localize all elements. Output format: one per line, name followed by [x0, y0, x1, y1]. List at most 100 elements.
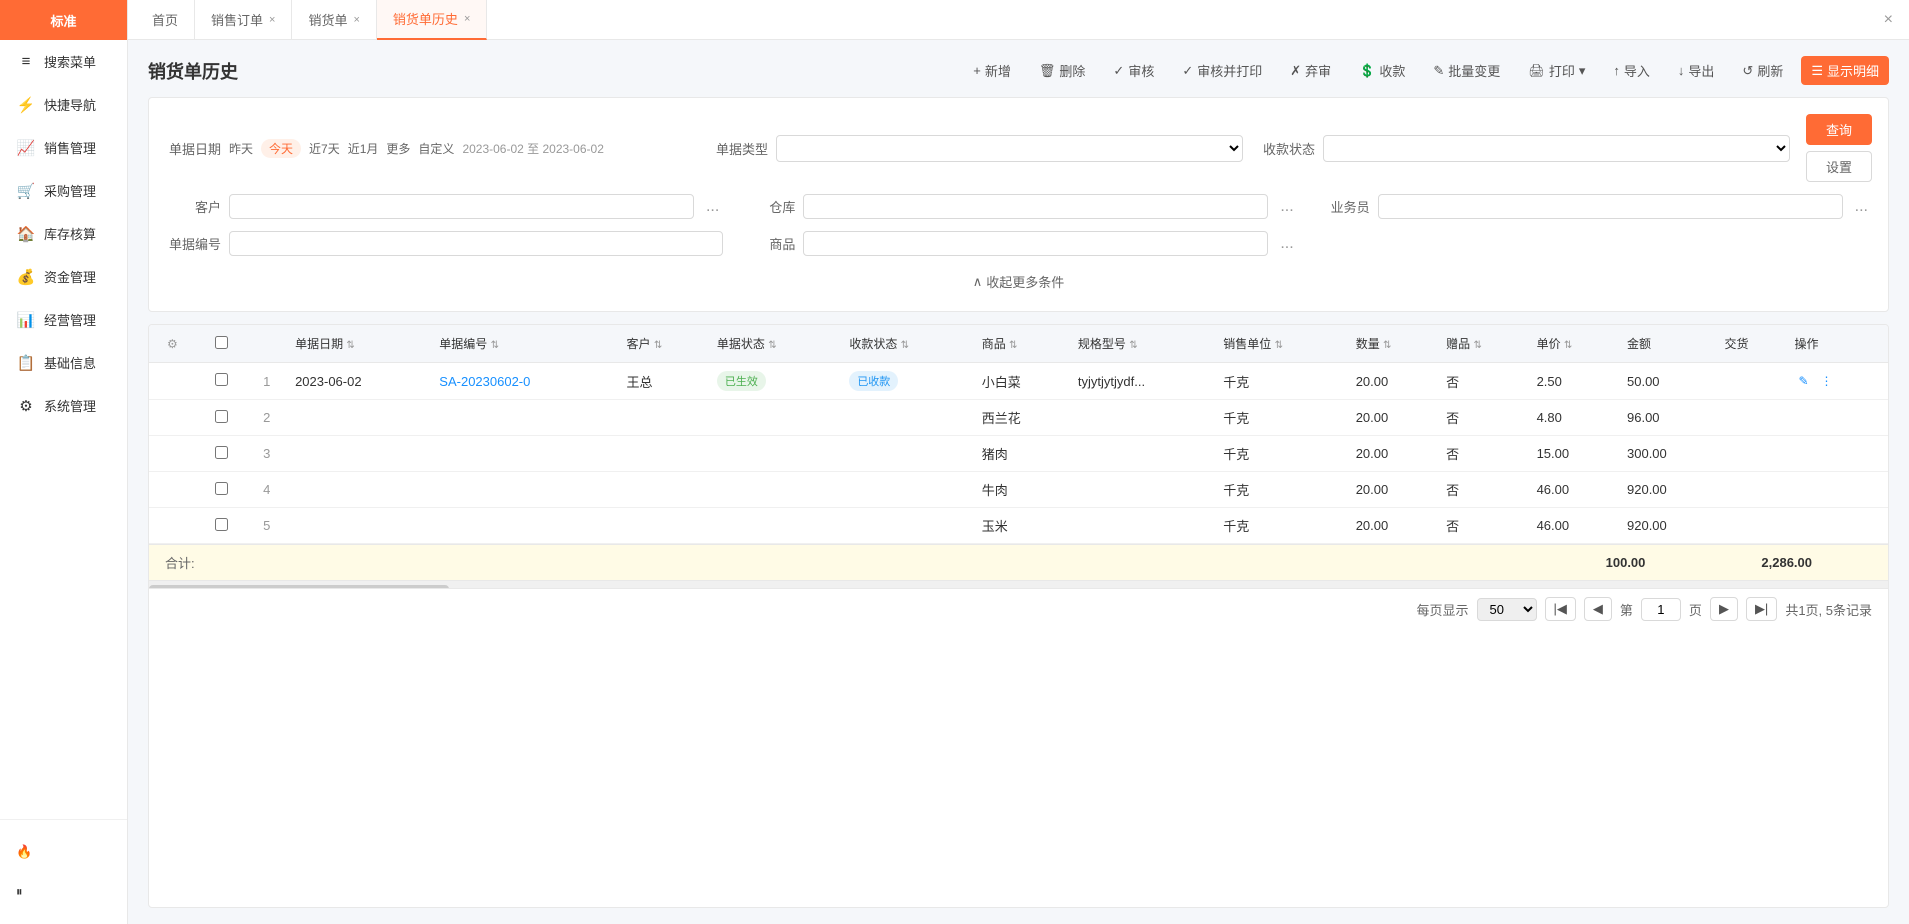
sidebar-bottom-btn2[interactable]: ⏸ — [0, 872, 127, 912]
shortcut-1month[interactable]: 近1月 — [348, 140, 379, 157]
sort-icon-doc-no[interactable]: ⇅ — [491, 340, 499, 351]
last-page-btn[interactable]: ▶| — [1746, 597, 1777, 621]
sidebar-item-system-mgmt[interactable]: ⚙ 系统管理 — [0, 384, 127, 427]
sidebar-item-finance[interactable]: 💰 资金管理 — [0, 255, 127, 298]
salesperson-dots[interactable]: ... — [1851, 198, 1872, 216]
sort-icon-unit-price[interactable]: ⇅ — [1564, 340, 1572, 351]
customer-input[interactable] — [229, 194, 694, 219]
query-button[interactable]: 查询 — [1806, 114, 1872, 145]
print-button[interactable]: 🖨 打印 ▾ — [1518, 56, 1595, 85]
page-input[interactable] — [1641, 598, 1681, 621]
cell-actions — [1786, 472, 1888, 508]
sidebar-bottom-btn1[interactable]: 🔥 — [0, 832, 127, 872]
delete-button[interactable]: 🗑 删除 — [1029, 56, 1096, 85]
sidebar-item-operations[interactable]: 📊 经营管理 — [0, 298, 127, 341]
row-checkbox[interactable] — [215, 518, 228, 531]
shortcut-7days[interactable]: 近7天 — [309, 140, 340, 157]
show-detail-button[interactable]: ☰ 显示明细 — [1801, 56, 1889, 85]
next-page-btn[interactable]: ▶ — [1710, 597, 1738, 621]
scrollbar-thumb[interactable] — [149, 585, 449, 588]
import-button[interactable]: ↑ 导入 — [1603, 56, 1660, 85]
filter-warehouse: 仓库 ... — [739, 194, 1297, 219]
shortcut-custom[interactable]: 自定义 — [418, 140, 454, 157]
goods-dots[interactable]: ... — [1276, 235, 1297, 253]
doc-no-link[interactable]: SA-20230602-0 — [439, 374, 530, 389]
sort-icon-gift[interactable]: ⇅ — [1473, 340, 1481, 351]
th-gift[interactable]: 赠品 ⇅ — [1438, 325, 1528, 363]
sidebar-item-quick-nav[interactable]: ⚡ 快捷导航 — [0, 83, 127, 126]
sort-icon-customer[interactable]: ⇅ — [654, 340, 662, 351]
doc-no-input[interactable] — [229, 231, 723, 256]
row-checkbox[interactable] — [215, 373, 228, 386]
th-amount[interactable]: 金额 — [1619, 325, 1716, 363]
row-checkbox[interactable] — [215, 410, 228, 423]
th-doc-no[interactable]: 单据编号 ⇅ — [431, 325, 618, 363]
first-page-btn[interactable]: |◀ — [1545, 597, 1576, 621]
add-button[interactable]: + 新增 — [963, 56, 1021, 85]
th-goods[interactable]: 商品 ⇅ — [974, 325, 1070, 363]
tab-sales-goods[interactable]: 销货单 × — [292, 0, 376, 40]
tab-sales-order[interactable]: 销售订单 × — [195, 0, 292, 40]
doc-type-select[interactable] — [776, 135, 1243, 162]
sort-icon-spec-type[interactable]: ⇅ — [1129, 340, 1137, 351]
th-payment-status[interactable]: 收款状态 ⇅ — [841, 325, 973, 363]
row-checkbox[interactable] — [215, 482, 228, 495]
prev-page-btn[interactable]: ◀ — [1584, 597, 1612, 621]
th-sales-unit[interactable]: 销售单位 ⇅ — [1215, 325, 1347, 363]
collect-button[interactable]: 💲 收款 — [1349, 56, 1415, 85]
sidebar-item-sales-mgmt[interactable]: 📈 销售管理 — [0, 126, 127, 169]
sort-icon-qty[interactable]: ⇅ — [1383, 340, 1391, 351]
edit-btn[interactable]: ✎ — [1794, 372, 1812, 390]
th-doc-date[interactable]: 单据日期 ⇅ — [287, 325, 431, 363]
total-info: 共1页, 5条记录 — [1785, 600, 1872, 619]
tab-home[interactable]: 首页 — [136, 0, 195, 40]
cell-settings — [149, 400, 196, 436]
tab-sales-history[interactable]: 销货单历史 × — [377, 0, 487, 40]
tab-sales-goods-close[interactable]: × — [353, 14, 359, 26]
salesperson-input[interactable] — [1378, 194, 1843, 219]
th-spec-type[interactable]: 规格型号 ⇅ — [1070, 325, 1215, 363]
more-btn[interactable]: ⋮ — [1817, 372, 1837, 390]
select-all-checkbox[interactable] — [215, 336, 228, 349]
th-settings[interactable]: ⚙ — [149, 325, 196, 363]
sidebar-item-search-menu[interactable]: ≡ 搜索菜单 — [0, 40, 127, 83]
sidebar-item-label: 销售管理 — [44, 138, 96, 157]
customer-dots[interactable]: ... — [702, 198, 723, 216]
shortcut-more[interactable]: 更多 — [386, 140, 410, 157]
set-button[interactable]: 设置 — [1806, 151, 1872, 182]
th-qty[interactable]: 数量 ⇅ — [1348, 325, 1438, 363]
sort-icon-goods[interactable]: ⇅ — [1009, 340, 1017, 351]
th-doc-status[interactable]: 单据状态 ⇅ — [709, 325, 841, 363]
goods-input[interactable] — [803, 231, 1268, 256]
sort-icon-doc-date[interactable]: ⇅ — [346, 340, 354, 351]
tab-close-all[interactable]: × — [1876, 11, 1901, 29]
collapse-button[interactable]: ∧ 收起更多条件 — [165, 268, 1872, 295]
cell-index: 2 — [246, 400, 287, 436]
warehouse-dots[interactable]: ... — [1276, 198, 1297, 216]
th-customer[interactable]: 客户 ⇅ — [618, 325, 708, 363]
payment-status-select[interactable] — [1323, 135, 1790, 162]
sidebar-item-inventory[interactable]: 🏠 库存核算 — [0, 212, 127, 255]
horizontal-scrollbar[interactable] — [149, 580, 1888, 588]
shortcut-today[interactable]: 今天 — [261, 139, 301, 158]
warehouse-input[interactable] — [803, 194, 1268, 219]
sort-icon-doc-status[interactable]: ⇅ — [768, 340, 776, 351]
refresh-button[interactable]: ↺ 刷新 — [1732, 56, 1793, 85]
cell-goods: 猪肉 — [974, 436, 1070, 472]
audit-print-button[interactable]: ✓ 审核并打印 — [1172, 56, 1272, 85]
batch-change-button[interactable]: ✎ 批量变更 — [1423, 56, 1510, 85]
export-button[interactable]: ↓ 导出 — [1668, 56, 1725, 85]
tab-sales-history-close[interactable]: × — [464, 13, 470, 25]
per-page-select[interactable]: 50 100 — [1477, 598, 1537, 621]
sidebar-item-purchase-mgmt[interactable]: 🛒 采购管理 — [0, 169, 127, 212]
sort-icon-payment-status[interactable]: ⇅ — [901, 340, 909, 351]
audit-button[interactable]: ✓ 审核 — [1103, 56, 1164, 85]
th-unit-price[interactable]: 单价 ⇅ — [1529, 325, 1619, 363]
sort-icon-sales-unit[interactable]: ⇅ — [1275, 340, 1283, 351]
abandon-button[interactable]: ✗ 弃审 — [1280, 56, 1341, 85]
quick-nav-icon: ⚡ — [16, 96, 36, 114]
sidebar-item-basic-info[interactable]: 📋 基础信息 — [0, 341, 127, 384]
row-checkbox[interactable] — [215, 446, 228, 459]
tab-sales-order-close[interactable]: × — [269, 14, 275, 26]
shortcut-yesterday[interactable]: 昨天 — [229, 140, 253, 157]
